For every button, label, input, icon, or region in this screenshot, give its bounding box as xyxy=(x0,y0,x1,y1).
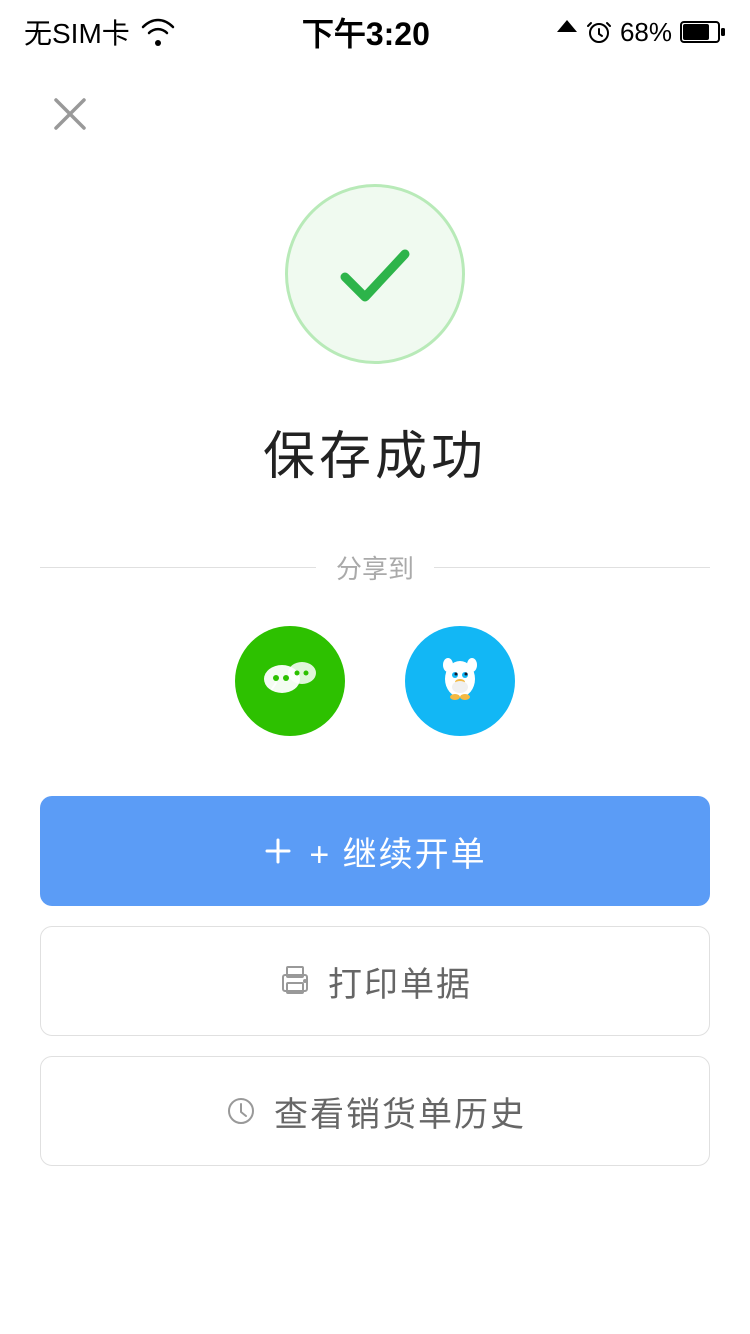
divider-right xyxy=(434,567,710,568)
wechat-icon xyxy=(256,651,324,711)
wifi-icon xyxy=(140,18,176,46)
qq-icon xyxy=(428,649,492,713)
status-time: 下午3:20 xyxy=(302,9,430,55)
close-icon xyxy=(50,94,90,134)
print-label: 打印单据 xyxy=(328,957,472,1006)
status-bar: 无SIM卡 下午3:20 68% xyxy=(0,0,750,64)
share-wechat-button[interactable] xyxy=(235,626,345,736)
share-divider: 分享到 xyxy=(40,549,710,586)
action-buttons: + 继续开单 打印单据 查看销货单历史 xyxy=(40,796,710,1166)
check-icon xyxy=(330,229,420,319)
continue-button[interactable]: + 继续开单 xyxy=(40,796,710,906)
carrier-label: 无SIM卡 xyxy=(24,12,130,52)
battery-icon xyxy=(680,20,726,44)
status-indicators: 68% xyxy=(556,17,726,48)
history-icon xyxy=(224,1094,258,1128)
print-icon xyxy=(278,965,312,997)
close-button-row xyxy=(40,84,710,144)
main-content: 保存成功 分享到 xyxy=(0,64,750,1206)
history-button[interactable]: 查看销货单历史 xyxy=(40,1056,710,1166)
share-label: 分享到 xyxy=(336,549,414,586)
plus-icon xyxy=(263,836,293,866)
success-icon-circle xyxy=(285,184,465,364)
battery-percentage: 68% xyxy=(620,17,672,48)
continue-label: + 继续开单 xyxy=(309,827,486,876)
share-icons xyxy=(235,626,515,736)
location-icon xyxy=(556,19,578,45)
share-section: 分享到 xyxy=(40,549,710,736)
status-carrier: 无SIM卡 xyxy=(24,12,176,52)
close-button[interactable] xyxy=(40,84,100,144)
success-title: 保存成功 xyxy=(263,414,487,489)
print-button[interactable]: 打印单据 xyxy=(40,926,710,1036)
history-label: 查看销货单历史 xyxy=(274,1087,526,1136)
alarm-icon xyxy=(586,19,612,45)
divider-left xyxy=(40,567,316,568)
share-qq-button[interactable] xyxy=(405,626,515,736)
